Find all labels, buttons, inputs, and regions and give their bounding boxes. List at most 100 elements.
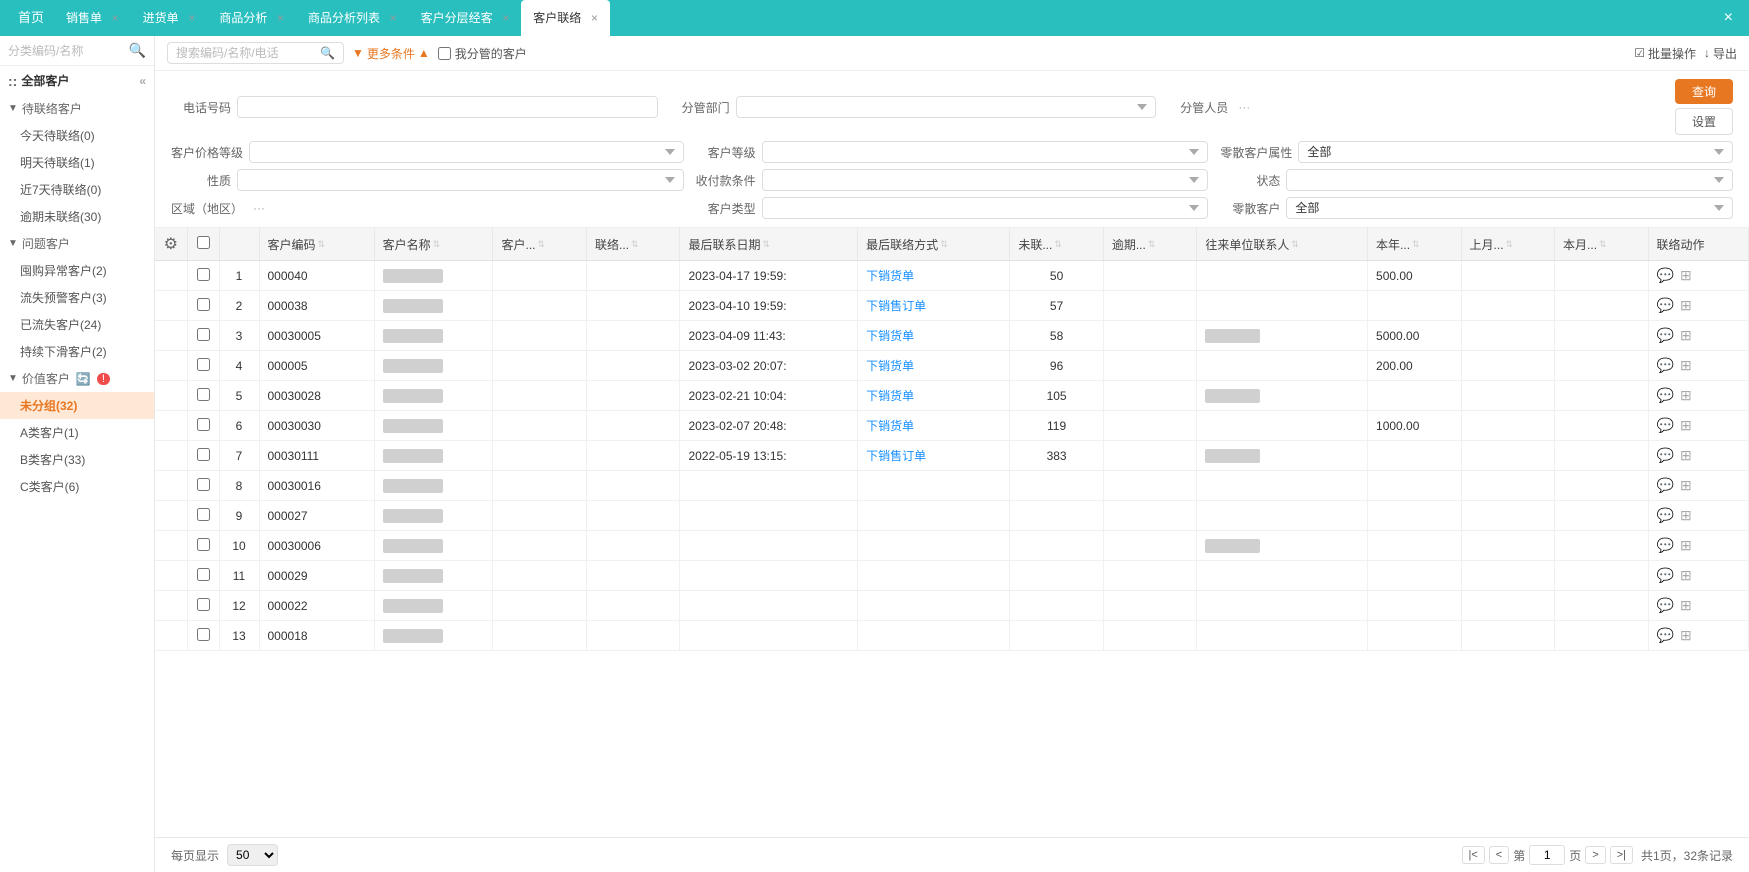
last-date-col-header[interactable]: 最后联系日期⇅ [680,228,858,261]
query-button[interactable]: 查询 [1675,79,1733,104]
sidebar-item-churn-warning[interactable]: 流失预警客户(3) [0,284,154,311]
last-method-link[interactable]: 下销货单 [866,329,914,343]
row-check[interactable] [187,471,219,501]
action-grid-icon[interactable]: ⊞ [1680,267,1692,284]
action-message-icon[interactable]: 💬 [1657,357,1674,374]
action-message-icon[interactable]: 💬 [1657,597,1674,614]
filter-select-payment[interactable] [762,169,1209,191]
sidebar-group-problem[interactable]: ▼ 问题客户 [0,230,154,257]
row-check[interactable] [187,591,219,621]
row-checkbox[interactable] [197,268,210,281]
action-grid-icon[interactable]: ⊞ [1680,327,1692,344]
close-purchase-tab[interactable]: × [188,11,195,25]
sidebar-item-class-c[interactable]: C类客户(6) [0,473,154,500]
sidebar-item-churned[interactable]: 已流失客户(24) [0,311,154,338]
row-checkbox[interactable] [197,628,210,641]
sidebar-item-declining[interactable]: 持续下滑客户(2) [0,338,154,365]
last-method-link[interactable]: 下销货单 [866,389,914,403]
filter-select-retail-attr[interactable]: 全部 [1298,141,1733,163]
action-message-icon[interactable]: 💬 [1657,297,1674,314]
filter-select-status[interactable] [1286,169,1733,191]
sidebar-search-input[interactable] [8,44,129,58]
this-year-col-header[interactable]: 本年...⇅ [1368,228,1462,261]
action-grid-icon[interactable]: ⊞ [1680,627,1692,644]
type-col-header[interactable]: 客户...⇅ [493,228,587,261]
filter-select-customer-type[interactable] [762,197,1209,219]
select-all-checkbox[interactable] [197,236,210,249]
action-grid-icon[interactable]: ⊞ [1680,357,1692,374]
row-check[interactable] [187,531,219,561]
action-message-icon[interactable]: 💬 [1657,627,1674,644]
action-message-icon[interactable]: 💬 [1657,447,1674,464]
batch-ops-button[interactable]: ☑ 批量操作 [1634,45,1696,62]
per-page-select[interactable]: 50 20 100 [227,844,278,866]
page-next-btn[interactable]: > [1585,846,1605,864]
overdue-col-header[interactable]: 逾期...⇅ [1103,228,1197,261]
reset-button[interactable]: 设置 [1675,108,1733,135]
sidebar-item-unclassified[interactable]: 未分组(32) [0,392,154,419]
action-grid-icon[interactable]: ⊞ [1680,297,1692,314]
page-number-input[interactable] [1529,845,1565,865]
row-checkbox[interactable] [197,508,210,521]
my-customers-check[interactable] [438,47,451,60]
nav-tab-analysis[interactable]: 商品分析 × [207,0,296,36]
row-check[interactable] [187,501,219,531]
row-checkbox[interactable] [197,448,210,461]
row-checkbox[interactable] [197,598,210,611]
page-prev-btn[interactable]: < [1489,846,1509,864]
nav-tab-analysis-list[interactable]: 商品分析列表 × [296,0,409,36]
row-checkbox[interactable] [197,538,210,551]
filter-search-input[interactable] [176,46,316,60]
action-grid-icon[interactable]: ⊞ [1680,507,1692,524]
sidebar-search-icon[interactable]: 🔍 [129,42,146,59]
action-message-icon[interactable]: 💬 [1657,477,1674,494]
action-grid-icon[interactable]: ⊞ [1680,597,1692,614]
row-check[interactable] [187,561,219,591]
row-last-method[interactable]: 下销货单 [858,381,1010,411]
nav-tab-customer-segment[interactable]: 客户分层经客 × [409,0,522,36]
collapse-sidebar-icon[interactable]: « [139,74,146,88]
export-button[interactable]: ↓ 导出 [1704,45,1737,62]
last-method-link[interactable]: 下销货单 [866,269,914,283]
close-analysis-list-tab[interactable]: × [390,11,397,25]
action-message-icon[interactable]: 💬 [1657,387,1674,404]
row-check[interactable] [187,321,219,351]
nav-tab-sales[interactable]: 销售单 × [54,0,131,36]
contact-col-header[interactable]: 联络...⇅ [586,228,680,261]
settings-col-header[interactable]: ⚙ [155,228,187,261]
row-check[interactable] [187,381,219,411]
close-analysis-tab[interactable]: × [277,11,284,25]
row-last-method[interactable]: 下销售订单 [858,441,1010,471]
action-message-icon[interactable]: 💬 [1657,567,1674,584]
sidebar-all-customers[interactable]: :: 全部客户 « [0,66,154,95]
window-close[interactable]: × [1716,9,1741,27]
filter-select-dept[interactable] [736,96,1157,118]
nav-home[interactable]: 首页 [8,0,54,36]
last-method-link[interactable]: 下销货单 [866,359,914,373]
sidebar-item-class-b[interactable]: B类客户(33) [0,446,154,473]
last-month-col-header[interactable]: 上月...⇅ [1461,228,1555,261]
last-method-col-header[interactable]: 最后联络方式⇅ [858,228,1010,261]
filter-dots-region[interactable]: ··· [249,201,269,215]
row-check[interactable] [187,261,219,291]
action-message-icon[interactable]: 💬 [1657,507,1674,524]
action-grid-icon[interactable]: ⊞ [1680,447,1692,464]
action-grid-icon[interactable]: ⊞ [1680,537,1692,554]
row-checkbox[interactable] [197,478,210,491]
row-check[interactable] [187,291,219,321]
row-checkbox[interactable] [197,328,210,341]
last-method-link[interactable]: 下销售订单 [866,299,926,313]
name-col-header[interactable]: 客户名称⇅ [374,228,493,261]
row-last-method[interactable]: 下销售订单 [858,291,1010,321]
page-last-btn[interactable]: >| [1610,846,1633,864]
sidebar-group-value[interactable]: ▼ 价值客户 🔄 ! [0,365,154,392]
action-message-icon[interactable]: 💬 [1657,327,1674,344]
row-checkbox[interactable] [197,568,210,581]
filter-select-customer-grade[interactable] [762,141,1209,163]
action-grid-icon[interactable]: ⊞ [1680,567,1692,584]
filter-dots-person[interactable]: ··· [1234,100,1254,114]
filter-select-retail[interactable]: 全部 [1286,197,1733,219]
sidebar-item-today[interactable]: 今天待联络(0) [0,122,154,149]
filter-search-icon[interactable]: 🔍 [320,46,335,60]
contact-person-col-header[interactable]: 往来单位联系人⇅ [1197,228,1368,261]
